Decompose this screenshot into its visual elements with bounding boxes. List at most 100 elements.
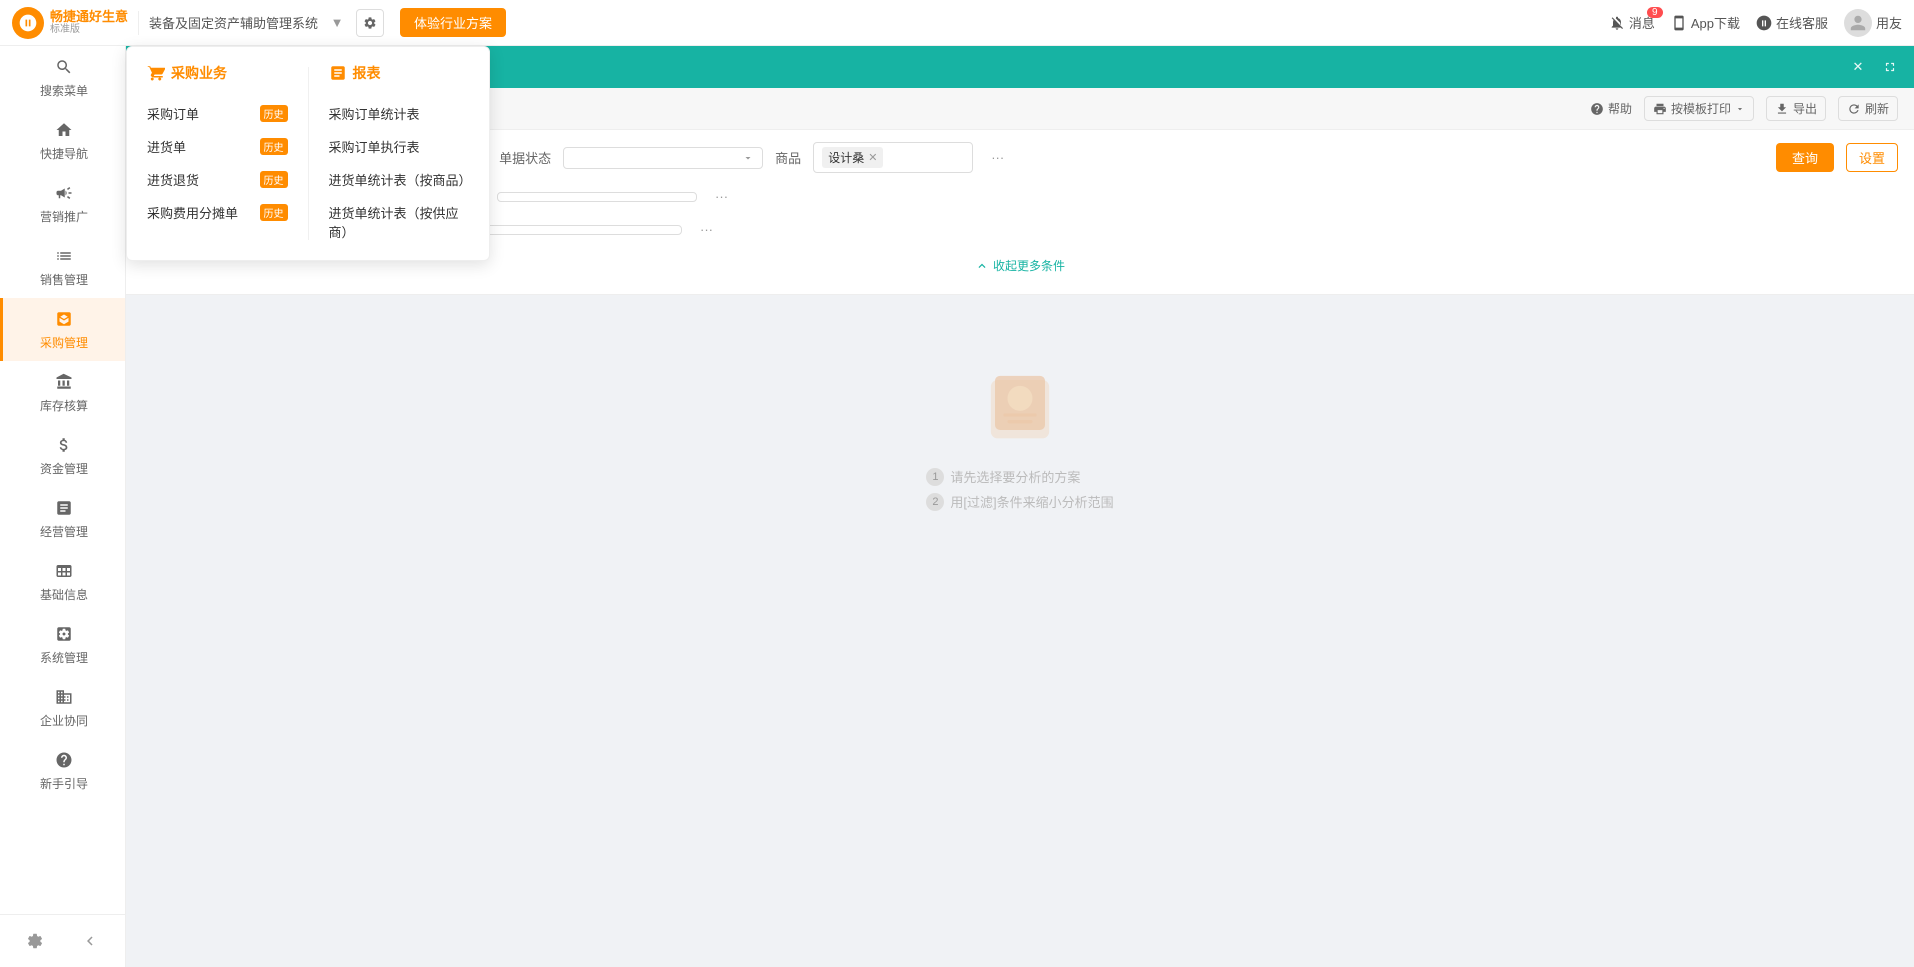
user-btn[interactable]: 用友 xyxy=(1844,9,1902,37)
enterprise-icon xyxy=(53,686,75,708)
logo-icon xyxy=(12,7,44,39)
purchase-section: 采购业务 采购订单 历史 进货单 历史 进货退货 历史 采购费用分摊单 历史 xyxy=(127,59,308,248)
empty-tips: 1 请先选择要分析的方案 2 用[过滤]条件来缩小分析范围 xyxy=(926,467,1113,511)
stock-return-hist: 历史 xyxy=(260,171,288,188)
sidebar-item-system-label: 系统管理 xyxy=(40,649,88,666)
collapse-conditions-btn[interactable]: 收起更多条件 xyxy=(975,257,1065,274)
purchase-order-hist: 历史 xyxy=(260,105,288,122)
system-dropdown-btn[interactable]: ▼ xyxy=(326,12,348,34)
top-right: 消息 9 App下载 在线客服 用友 xyxy=(1609,9,1902,37)
sidebar-item-quick[interactable]: 快捷导航 xyxy=(0,109,125,172)
purchase-dropdown-menu: 采购业务 采购订单 历史 进货单 历史 进货退货 历史 采购费用分摊单 历史 报… xyxy=(126,46,490,261)
print-btn[interactable]: 按模板打印 xyxy=(1644,96,1754,121)
export-btn[interactable]: 导出 xyxy=(1766,96,1826,121)
app-download-btn[interactable]: App下载 xyxy=(1671,13,1740,32)
goods-label: 商品 xyxy=(775,148,801,167)
sidebar-item-enterprise[interactable]: 企业协同 xyxy=(0,676,125,739)
salesman-input[interactable] xyxy=(497,192,697,202)
settings-icon xyxy=(53,623,75,645)
salesman-more-btn[interactable]: ··· xyxy=(709,187,734,206)
app-download-label: App下载 xyxy=(1691,13,1740,32)
report-section-icon xyxy=(329,64,347,82)
customer-more-btn[interactable]: ··· xyxy=(694,220,719,239)
sidebar-item-purchase-label: 采购管理 xyxy=(40,334,88,351)
sidebar-item-finance[interactable]: 资金管理 xyxy=(0,424,125,487)
sidebar-collapse-btn[interactable] xyxy=(76,927,104,955)
sidebar-item-guide-label: 新手引导 xyxy=(40,775,88,792)
purchase-section-title: 采购业务 xyxy=(139,59,296,87)
stock-return-label: 进货退货 xyxy=(147,170,199,189)
refresh-btn[interactable]: 刷新 xyxy=(1838,96,1898,121)
goods-input[interactable]: 设计桑 ✕ xyxy=(813,142,973,173)
top-divider xyxy=(138,11,139,35)
money-icon xyxy=(53,434,75,456)
menu-item-stock-stats-supplier[interactable]: 进货单统计表（按供应商） xyxy=(321,196,478,248)
sidebar-item-system[interactable]: 系统管理 xyxy=(0,613,125,676)
menu-item-purchase-order-stats[interactable]: 采购订单统计表 xyxy=(321,97,478,130)
sidebar-item-search-label: 搜索菜单 xyxy=(40,82,88,99)
menu-item-purchase-cost[interactable]: 采购费用分摊单 历史 xyxy=(139,196,296,229)
user-avatar xyxy=(1844,9,1872,37)
purchase-cost-hist: 历史 xyxy=(260,204,288,221)
menu-item-stock-in[interactable]: 进货单 历史 xyxy=(139,130,296,163)
menu-item-stock-stats-goods[interactable]: 进货单统计表（按商品） xyxy=(321,163,478,196)
menu-item-stock-return[interactable]: 进货退货 历史 xyxy=(139,163,296,196)
query-btn[interactable]: 查询 xyxy=(1776,143,1834,172)
sidebar-item-guide[interactable]: 新手引导 xyxy=(0,739,125,802)
sidebar-menu: 搜索菜单 快捷导航 营销推广 xyxy=(0,46,125,914)
help-btn[interactable]: 帮助 xyxy=(1590,100,1632,117)
setting-btn[interactable]: 设置 xyxy=(1846,143,1898,172)
logo-sub: 标准版 xyxy=(50,24,128,36)
notification-badge: 9 xyxy=(1647,7,1663,18)
sidebar-item-finance-label: 资金管理 xyxy=(40,460,88,477)
empty-illustration xyxy=(970,355,1070,455)
user-label: 用友 xyxy=(1876,13,1902,32)
menu-item-purchase-order[interactable]: 采购订单 历史 xyxy=(139,97,296,130)
voucher-status-label: 单据状态 xyxy=(499,148,551,167)
stock-in-label: 进货单 xyxy=(147,137,186,156)
sidebar-item-basic[interactable]: 基础信息 xyxy=(0,550,125,613)
export-label: 导出 xyxy=(1793,100,1817,117)
voucher-status-select[interactable] xyxy=(563,147,763,169)
industry-btn[interactable]: 体验行业方案 xyxy=(400,8,506,37)
report-icon xyxy=(53,497,75,519)
warehouse-icon xyxy=(53,371,75,393)
report-section-title: 报表 xyxy=(321,59,478,87)
grid-icon xyxy=(53,560,75,582)
sidebar-item-purchase[interactable]: 采购管理 xyxy=(0,298,125,361)
sidebar-item-operation-label: 经营管理 xyxy=(40,523,88,540)
sidebar-item-inventory[interactable]: 库存核算 xyxy=(0,361,125,424)
logo-main: 畅捷通好生意 xyxy=(50,9,128,25)
customer-input[interactable] xyxy=(482,225,682,235)
sidebar-item-marketing[interactable]: 营销推广 xyxy=(0,172,125,235)
tip-1-text: 请先选择要分析的方案 xyxy=(950,467,1080,486)
sidebar-bottom xyxy=(0,914,125,967)
sidebar-item-operation[interactable]: 经营管理 xyxy=(0,487,125,550)
sidebar-item-enterprise-label: 企业协同 xyxy=(40,712,88,729)
gear-btn[interactable] xyxy=(356,9,384,37)
search-icon xyxy=(53,56,75,78)
online-service-btn[interactable]: 在线客服 xyxy=(1756,13,1828,32)
purchase-order-stats-label: 采购订单统计表 xyxy=(329,104,420,123)
notification-btn[interactable]: 消息 9 xyxy=(1609,13,1655,32)
stock-in-hist: 历史 xyxy=(260,138,288,155)
tab-close-all-btn[interactable]: ✕ xyxy=(1846,55,1870,79)
tab-fullscreen-btn[interactable] xyxy=(1878,55,1902,79)
guide-icon xyxy=(53,749,75,771)
menu-item-purchase-order-exec[interactable]: 采购订单执行表 xyxy=(321,130,478,163)
sidebar-settings-btn[interactable] xyxy=(21,927,49,955)
purchase-section-icon xyxy=(147,64,165,82)
top-bar: 畅捷通好生意 标准版 装备及固定资产辅助管理系统 ▼ 体验行业方案 消息 9 A… xyxy=(0,0,1914,46)
sidebar-item-search[interactable]: 搜索菜单 xyxy=(0,46,125,109)
help-label: 帮助 xyxy=(1608,100,1632,117)
sidebar-item-quick-label: 快捷导航 xyxy=(40,145,88,162)
goods-more-btn[interactable]: ··· xyxy=(985,148,1010,167)
system-title-area: 装备及固定资产辅助管理系统 ▼ 体验行业方案 xyxy=(149,8,1609,37)
sidebar-item-sales[interactable]: 销售管理 xyxy=(0,235,125,298)
goods-tag: 设计桑 ✕ xyxy=(822,147,883,168)
sidebar-item-inventory-label: 库存核算 xyxy=(40,397,88,414)
online-service-label: 在线客服 xyxy=(1776,13,1828,32)
sidebar: 搜索菜单 快捷导航 营销推广 xyxy=(0,46,126,967)
logo-area: 畅捷通好生意 标准版 xyxy=(12,7,128,39)
goods-tag-close[interactable]: ✕ xyxy=(868,151,877,164)
